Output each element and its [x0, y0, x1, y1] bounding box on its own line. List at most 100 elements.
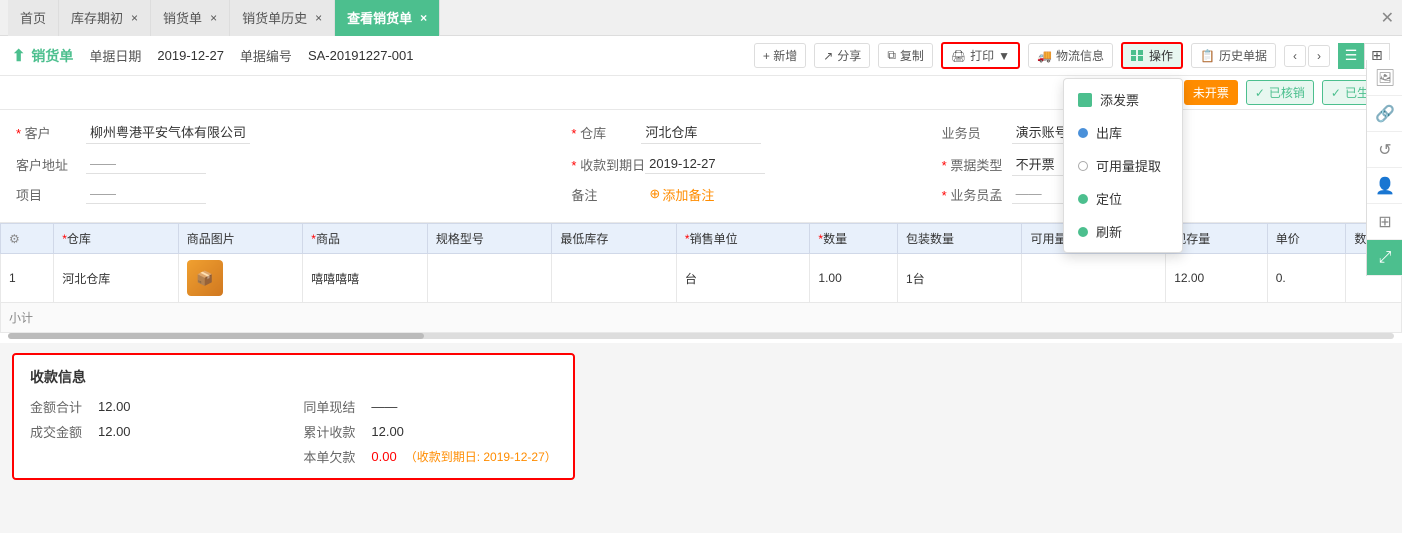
bottom-area: 收款信息 金额合计 12.00 同单现结 —— 成交金额 12.00 累计收款 … [0, 343, 1402, 490]
refresh-dot [1078, 227, 1088, 237]
sidebar-link-btn[interactable]: 🔗 [1367, 96, 1402, 132]
tab-inventory-init[interactable]: 库存期初 × [59, 0, 151, 36]
not-opened-label: 未开票 [1193, 84, 1229, 101]
same-settlement-row: 同单现结 —— [303, 397, 556, 416]
sidebar-refresh-btn[interactable]: ↺ [1367, 132, 1402, 168]
arrears-row: 本单欠款 0.00 （收款到期日: 2019-12-27） [303, 447, 556, 466]
doc-title-label: 销货单 [31, 46, 73, 66]
tab-sales-history[interactable]: 销货单历史 × [230, 0, 335, 36]
same-settlement-value: —— [371, 399, 397, 414]
next-arrow[interactable]: › [1308, 45, 1330, 67]
outbound-dot [1078, 128, 1088, 138]
sidebar-expand-btn[interactable]: ⤢ [1367, 240, 1402, 276]
window-close-button[interactable]: ✕ [1381, 8, 1394, 28]
add-invoice-icon [1078, 93, 1092, 107]
not-opened-btn[interactable]: 未开票 [1184, 80, 1238, 105]
table-settings-icon[interactable]: ⚙ [9, 232, 20, 246]
operation-dropdown: 添发票 出库 可用量提取 定位 刷新 [1063, 78, 1183, 253]
project-value[interactable]: —— [86, 184, 206, 204]
print-label: 打印 [970, 47, 994, 64]
doc-title-area: ⬆ 销货单 [12, 46, 73, 66]
copy-label: 复制 [900, 47, 924, 64]
table-scrollbar[interactable] [8, 333, 1394, 339]
dropdown-outbound[interactable]: 出库 [1064, 116, 1182, 149]
operation-grid-icon [1131, 50, 1143, 62]
note-label: 备注 [571, 185, 641, 204]
address-field: 客户地址 —— [16, 154, 571, 174]
payment-grid: 金额合计 12.00 同单现结 —— 成交金额 12.00 累计收款 12.00… [30, 397, 557, 466]
history-button[interactable]: 📋 历史单据 [1191, 43, 1276, 68]
dropdown-refresh[interactable]: 刷新 [1064, 215, 1182, 248]
prev-arrow[interactable]: ‹ [1284, 45, 1306, 67]
tab-home-label: 首页 [20, 8, 46, 27]
cell-min-stock [552, 254, 677, 303]
print-button[interactable]: 🖨 打印 ▼ [941, 42, 1020, 69]
edit-btn[interactable]: ✓ 已核销 [1246, 80, 1314, 105]
table-row: 1 河北仓库 📦 嘻嘻嘻嘻 台 1.00 1台 12.00 0. [1, 254, 1402, 303]
note-field: 备注 ⊕ 添加备注 [571, 185, 941, 204]
table-header-row: ⚙ *仓库 商品图片 *商品 规格型号 最低库存 *销售单位 *数量 包装数量 … [1, 224, 1402, 254]
tab-view-sales-close[interactable]: × [420, 11, 427, 25]
address-value[interactable]: —— [86, 154, 206, 174]
subtotal-row: 小计 [1, 303, 1402, 333]
subtotal-label: 小计 [1, 303, 1402, 333]
col-price: 单价 [1267, 224, 1346, 254]
total-row: 金额合计 12.00 [30, 397, 283, 416]
scrollbar-thumb [8, 333, 424, 339]
transaction-label: 成交金额 [30, 422, 90, 441]
address-label: 客户地址 [16, 155, 86, 174]
number-value: SA-20191227-001 [308, 48, 414, 63]
share-button[interactable]: ↗ 分享 [814, 43, 870, 68]
col-product: *商品 [303, 224, 428, 254]
cumulative-value: 12.00 [371, 424, 404, 439]
table-wrap: ⚙ *仓库 商品图片 *商品 规格型号 最低库存 *销售单位 *数量 包装数量 … [0, 223, 1402, 343]
print-icon: 🖨 [951, 49, 966, 63]
project-label: 项目 [16, 185, 86, 204]
col-min-stock: 最低库存 [552, 224, 677, 254]
cell-quantity: 1.00 [810, 254, 898, 303]
edit-label: 已核销 [1269, 84, 1305, 101]
outbound-label: 出库 [1096, 123, 1122, 142]
copy-button[interactable]: ⧉ 复制 [878, 43, 933, 68]
sidebar-grid-btn[interactable]: ⊞ [1367, 204, 1402, 240]
tab-home[interactable]: 首页 [8, 0, 59, 36]
logistics-button[interactable]: 🚚 物流信息 [1028, 43, 1113, 68]
customer-value[interactable]: 柳州粤港平安气体有限公司 [86, 120, 250, 144]
col-product-img: 商品图片 [178, 224, 303, 254]
customer-label: 客户 [16, 123, 86, 142]
form-area: 客户 柳州粤港平安气体有限公司 仓库 河北仓库 业务员 演示账号 客户地址 ——… [0, 110, 1402, 223]
cell-product: 嘻嘻嘻嘻 [303, 254, 428, 303]
tab-sales-history-close[interactable]: × [315, 11, 322, 25]
tab-inventory-init-close[interactable]: × [131, 11, 138, 25]
warehouse-field: 仓库 河北仓库 [571, 120, 941, 144]
project-field: 项目 —— [16, 184, 571, 204]
check-icon: ✓ [1255, 86, 1265, 100]
payment-date-value[interactable]: 2019-12-27 [645, 154, 765, 174]
sidebar-user-btn[interactable]: 👤 [1367, 168, 1402, 204]
payment-date-field: 收款到期日 2019-12-27 [571, 154, 941, 174]
warehouse-value[interactable]: 河北仓库 [641, 120, 761, 144]
add-note-button[interactable]: ⊕ 添加备注 [649, 185, 714, 204]
total-label: 金额合计 [30, 397, 90, 416]
available-extract-dot [1078, 161, 1088, 171]
cell-warehouse: 河北仓库 [54, 254, 179, 303]
tab-sales-order[interactable]: 销货单 × [151, 0, 230, 36]
dropdown-available-extract[interactable]: 可用量提取 [1064, 149, 1182, 182]
date-value: 2019-12-27 [157, 48, 224, 63]
payment-title: 收款信息 [30, 367, 557, 387]
col-quantity: *数量 [810, 224, 898, 254]
date-label: 单据日期 [89, 46, 141, 65]
arrears-value: 0.00 [371, 449, 396, 464]
list-view-btn[interactable]: ☰ [1338, 43, 1364, 69]
plus-icon: ⊕ [649, 186, 660, 202]
dropdown-add-invoice[interactable]: 添发票 [1064, 83, 1182, 116]
arrears-note: （收款到期日: 2019-12-27） [405, 448, 557, 465]
sidebar-image-btn[interactable]: 🖼 [1367, 60, 1402, 96]
staff-label: 业务员 [942, 123, 1012, 142]
operation-button[interactable]: 操作 [1121, 42, 1183, 69]
tab-sales-order-close[interactable]: × [210, 11, 217, 25]
share-label: 分享 [837, 47, 861, 64]
dropdown-locate[interactable]: 定位 [1064, 182, 1182, 215]
new-button[interactable]: + 新增 [754, 43, 806, 68]
tab-view-sales[interactable]: 查看销货单 × [335, 0, 440, 36]
